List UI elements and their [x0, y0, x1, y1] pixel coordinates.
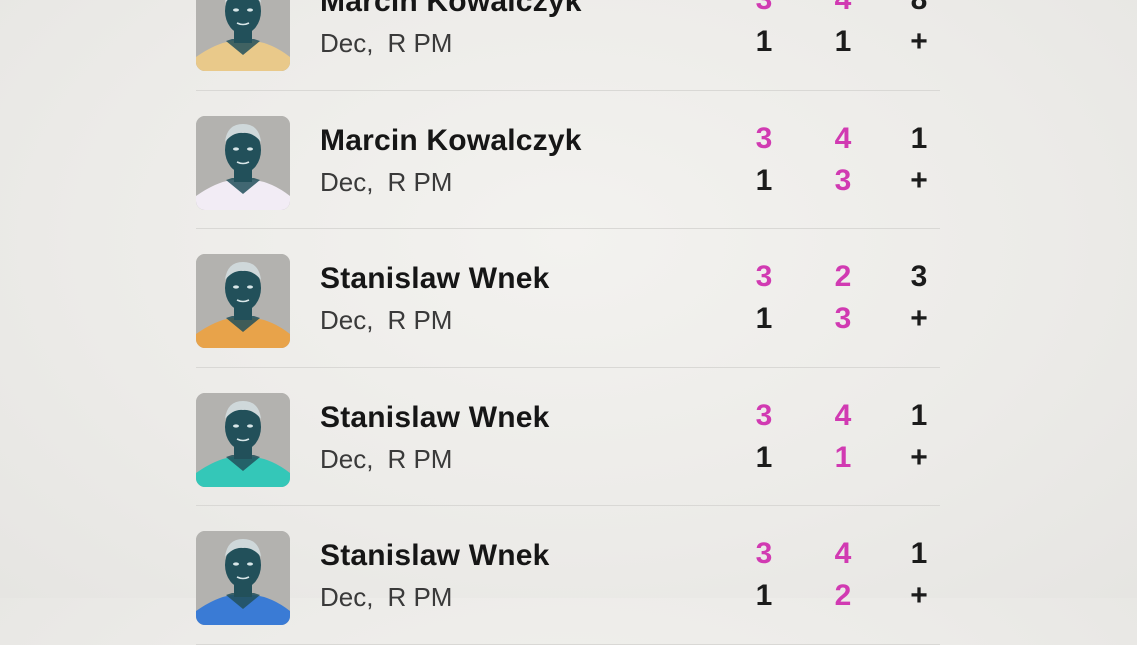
stat-bottom-1: 1: [755, 163, 773, 197]
match-date: Dec,: [320, 28, 374, 58]
stat-top-1: 3: [755, 121, 773, 155]
match-time: R PM: [387, 305, 453, 335]
match-date: Dec,: [320, 443, 374, 474]
match-time: R PM: [387, 28, 453, 58]
match-date: Dec,: [320, 166, 374, 197]
player-avatar-icon: [196, 531, 290, 625]
stat-bottom-2: 3: [834, 302, 852, 335]
stat-top-1: 3: [755, 260, 773, 293]
stat-top-1: 3: [755, 537, 773, 570]
stat-top-3: 3: [910, 260, 928, 293]
player-name: Stanislaw Wnek: [320, 262, 550, 295]
stat-top-2: 4: [834, 121, 852, 155]
match-date: Dec,: [320, 305, 374, 335]
match-datetime: Dec, R PM: [320, 167, 452, 198]
player-avatar-icon: [196, 254, 290, 348]
player-name: Stanislaw Wnek: [320, 400, 550, 434]
stat-bottom-2: 1: [834, 440, 852, 474]
stat-top-3: 1: [910, 537, 928, 570]
stat-top-2: 4: [823, 0, 863, 17]
player-row[interactable]: Marcin Kowalczyk Dec, R PM 3 4 1 1 3 +: [196, 91, 940, 229]
stat-top-1: 3: [744, 0, 784, 17]
stat-top-1: 3: [755, 398, 773, 432]
player-avatar-icon: [196, 392, 290, 487]
player-name: Marcin Kowalczyk: [320, 123, 582, 157]
match-datetime: Dec, R PM: [320, 444, 452, 475]
player-avatar-icon: [196, 0, 290, 71]
stat-top-3: 1: [910, 398, 928, 432]
stat-bottom-2: 2: [834, 579, 852, 612]
stat-top-3: 1: [910, 121, 928, 155]
match-time: R PM: [387, 166, 453, 197]
stat-bottom-1: 1: [755, 440, 773, 474]
match-time: R PM: [387, 582, 453, 612]
stat-bottom-3: +: [910, 163, 928, 197]
stat-bottom-2: 1: [834, 25, 852, 58]
stat-top-2: 2: [834, 260, 852, 293]
stat-top-3: 8: [899, 0, 939, 17]
player-row[interactable]: Stanislaw Wnek Dec, R PM 3 4 1 1 1 +: [196, 368, 940, 506]
stat-bottom-3: +: [910, 579, 928, 612]
match-date: Dec,: [320, 582, 374, 612]
player-row[interactable]: Marcin Kowalczyk Dec, R PM 3 4 8 1 1 +: [196, 0, 940, 91]
player-avatar-icon: [196, 115, 290, 210]
stat-bottom-3: +: [910, 302, 928, 335]
stat-top-2: 4: [834, 537, 852, 570]
stat-bottom-1: 1: [755, 25, 773, 58]
player-name: Stanislaw Wnek: [320, 539, 550, 572]
match-datetime: Dec, R PM: [320, 28, 452, 59]
player-row[interactable]: Stanislaw Wnek Dec, R PM 3 4 1 1 2 +: [196, 506, 940, 645]
stat-bottom-3: +: [910, 25, 928, 58]
player-list: Marcin KowalczykDec,R PM34811+Marcin Kow…: [196, 0, 940, 645]
match-time: R PM: [387, 443, 453, 474]
stat-bottom-1: 1: [755, 579, 773, 612]
stat-bottom-2: 3: [834, 163, 852, 197]
stat-top-2: 4: [834, 398, 852, 432]
match-datetime: Dec, R PM: [320, 305, 452, 336]
stat-bottom-3: +: [910, 440, 928, 474]
player-name: Marcin Kowalczyk: [320, 0, 582, 18]
player-row[interactable]: Stanislaw Wnek Dec, R PM 3 2 3 1 3 +: [196, 229, 940, 368]
stat-bottom-1: 1: [755, 302, 773, 335]
